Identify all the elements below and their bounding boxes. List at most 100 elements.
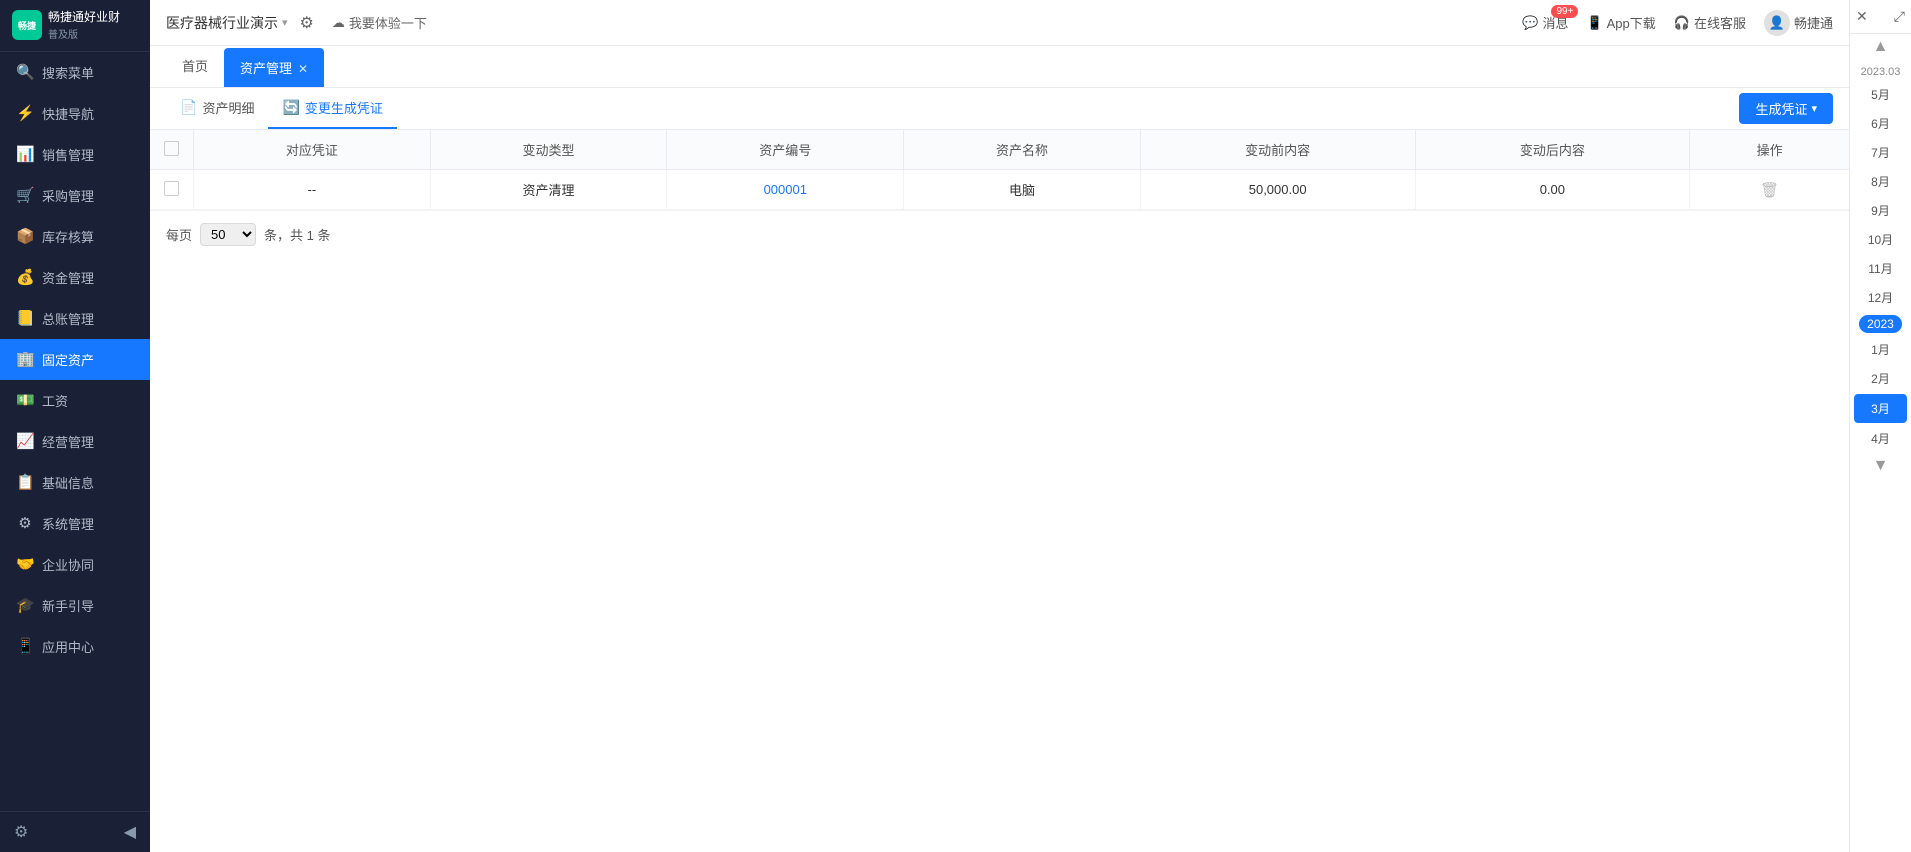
sidebar-item-funds[interactable]: 💰资金管理: [0, 257, 150, 298]
generate-label: 生成凭证: [1755, 99, 1807, 118]
tab-close-icon[interactable]: ✕: [298, 62, 308, 76]
logo-title: 畅捷通好业财: [48, 10, 120, 26]
company-selector[interactable]: 医疗器械行业演示 ▾: [166, 13, 288, 33]
row-before-change: 50,000.00: [1140, 170, 1415, 210]
header-asset-name: 资产名称: [904, 130, 1141, 170]
main-area: 医疗器械行业演示 ▾ ⚙ ☁ 我要体验一下 💬 消息 99+ 📱 App下载 🎧…: [150, 0, 1849, 852]
sidebar-item-inventory[interactable]: 📦 库存核算: [0, 216, 150, 257]
date-down-arrow[interactable]: ▼: [1850, 453, 1911, 479]
sidebar-item-app-center[interactable]: 📱应用中心: [0, 626, 150, 667]
sidebar-item-fixed-assets[interactable]: 🏢固定资产: [0, 339, 150, 380]
row-asset-code: 000001: [667, 170, 904, 210]
service-icon: 🎧: [1674, 15, 1690, 31]
date-up-arrow[interactable]: ▲: [1850, 34, 1911, 60]
sidebar-label-payroll: 工资: [42, 391, 68, 410]
change-voucher-icon: 🔄: [282, 99, 299, 116]
exp-label: 我要体验一下: [349, 13, 427, 32]
message-btn[interactable]: 💬 消息 99+: [1522, 13, 1568, 32]
row-asset-name: 电脑: [904, 170, 1141, 210]
month-12[interactable]: 12月: [1850, 283, 1911, 312]
per-page-label: 每页: [166, 225, 192, 244]
sidebar-label-funds: 资金管理: [42, 268, 94, 287]
table-header-row: 对应凭证 变动类型 资产编号 资产名称 变动前内容 变动后内容 操作: [150, 130, 1849, 170]
settings-icon[interactable]: ⚙: [14, 822, 28, 842]
month-5[interactable]: 5月: [1850, 80, 1911, 109]
row-after-change: 0.00: [1415, 170, 1690, 210]
ledger-icon: 📒: [16, 309, 34, 327]
nav-tab-资产管理[interactable]: 资产管理✕: [224, 48, 324, 87]
asset-detail-icon: 📄: [180, 99, 197, 116]
month-10[interactable]: 10月: [1850, 225, 1911, 254]
right-date-panel: ✕ ⤢ ▲ 2023.03 5月 6月 7月 8月 9月 10月 11月 12月…: [1849, 0, 1911, 852]
header-before-change: 变动前内容: [1140, 130, 1415, 170]
service-label: 在线客服: [1694, 13, 1746, 32]
sidebar-label-operations: 经营管理: [42, 432, 94, 451]
tab-change-voucher[interactable]: 🔄 变更生成凭证: [268, 88, 396, 129]
app-download-btn[interactable]: 📱 App下载: [1586, 13, 1655, 32]
generate-voucher-button[interactable]: 生成凭证 ▾: [1739, 93, 1833, 124]
sidebar: 畅捷 畅捷通好业财 普及版 🔍搜索菜单⚡快捷导航📊销售管理🛒采购管理📦库存核算💰…: [0, 0, 150, 852]
topbar-experience[interactable]: ☁ 我要体验一下: [332, 13, 427, 32]
tab-asset-detail[interactable]: 📄 资产明细: [166, 88, 268, 129]
month-3-active[interactable]: 3月: [1854, 394, 1907, 423]
month-1[interactable]: 1月: [1850, 335, 1911, 364]
delete-button[interactable]: 🗑: [1760, 182, 1779, 199]
guide-icon: 🎓: [16, 596, 34, 614]
panel-expand-icon[interactable]: ⤢: [1894, 8, 1905, 25]
sidebar-item-guide[interactable]: 🎓 新手引导: [0, 585, 150, 626]
row-action: 🗑: [1690, 170, 1849, 210]
month-9[interactable]: 9月: [1850, 196, 1911, 225]
sidebar-label-search: 搜索菜单: [42, 63, 94, 82]
logo-subtitle: 普及版: [48, 26, 120, 41]
per-page-select[interactable]: 10 20 50 100: [200, 223, 256, 246]
sidebar-label-guide: 新手引导: [42, 596, 94, 615]
sidebar-item-system[interactable]: ⚙系统管理: [0, 503, 150, 544]
operations-icon: 📈: [16, 432, 34, 450]
row-checkbox-cell: [150, 170, 194, 210]
month-2[interactable]: 2月: [1850, 364, 1911, 393]
panel-close-icon[interactable]: ✕: [1856, 8, 1868, 25]
user-label: 畅捷通: [1794, 13, 1833, 32]
topbar-gear-icon[interactable]: ⚙: [300, 13, 314, 33]
user-profile-btn[interactable]: 👤 畅捷通: [1764, 10, 1833, 36]
inventory-icon: 📦: [16, 227, 34, 245]
asset-table: 对应凭证 变动类型 资产编号 资产名称 变动前内容 变动后内容 操作: [150, 130, 1849, 210]
sidebar-item-sales[interactable]: 📊销售管理: [0, 134, 150, 175]
sidebar-item-corp-collab[interactable]: 🤝企业协同: [0, 544, 150, 585]
month-11[interactable]: 11月: [1850, 254, 1911, 283]
header-action: 操作: [1690, 130, 1849, 170]
sidebar-item-basic-info[interactable]: 📋基础信息: [0, 462, 150, 503]
sidebar-item-payroll[interactable]: 💵工资: [0, 380, 150, 421]
sidebar-item-operations[interactable]: 📈 经营管理: [0, 421, 150, 462]
collapse-icon[interactable]: ◀: [124, 822, 136, 842]
sidebar-label-inventory: 库存核算: [42, 227, 94, 246]
generate-arrow-icon: ▾: [1811, 102, 1817, 115]
sidebar-item-purchase[interactable]: 🛒采购管理: [0, 175, 150, 216]
fixed-assets-icon: 🏢: [16, 350, 34, 368]
topbar-right: 💬 消息 99+ 📱 App下载 🎧 在线客服 👤 畅捷通: [1522, 10, 1833, 36]
table-wrap: 对应凭证 变动类型 资产编号 资产名称 变动前内容 变动后内容 操作: [150, 130, 1849, 210]
sidebar-label-system: 系统管理: [42, 514, 94, 533]
row-checkbox[interactable]: [164, 181, 179, 196]
sidebar-item-search[interactable]: 🔍搜索菜单: [0, 52, 150, 93]
month-6[interactable]: 6月: [1850, 109, 1911, 138]
company-arrow-icon: ▾: [282, 16, 288, 29]
header-after-change: 变动后内容: [1415, 130, 1690, 170]
header-checkbox[interactable]: [164, 141, 179, 156]
service-btn[interactable]: 🎧 在线客服: [1674, 13, 1746, 32]
app-icon: 📱: [1586, 15, 1602, 31]
month-4[interactable]: 4月: [1850, 424, 1911, 453]
nav-tab-首页[interactable]: 首页: [166, 46, 224, 87]
table-row: -- 资产清理 000001 电脑 50,000.00 0.00 🗑: [150, 170, 1849, 210]
month-7[interactable]: 7月: [1850, 138, 1911, 167]
sidebar-nav: 🔍搜索菜单⚡快捷导航📊销售管理🛒采购管理 📦 库存核算 💰资金管理📒总账管理🏢固定资产…: [0, 52, 150, 811]
sidebar-label-app-center: 应用中心: [42, 637, 94, 656]
sidebar-label-sales: 销售管理: [42, 145, 94, 164]
row-change-type: 资产清理: [430, 170, 667, 210]
month-8[interactable]: 8月: [1850, 167, 1911, 196]
row-voucher: --: [194, 170, 431, 210]
tab-asset-detail-label: 资产明细: [202, 98, 254, 117]
sidebar-item-quick-nav[interactable]: ⚡快捷导航: [0, 93, 150, 134]
sidebar-item-ledger[interactable]: 📒总账管理: [0, 298, 150, 339]
corp-collab-icon: 🤝: [16, 555, 34, 573]
